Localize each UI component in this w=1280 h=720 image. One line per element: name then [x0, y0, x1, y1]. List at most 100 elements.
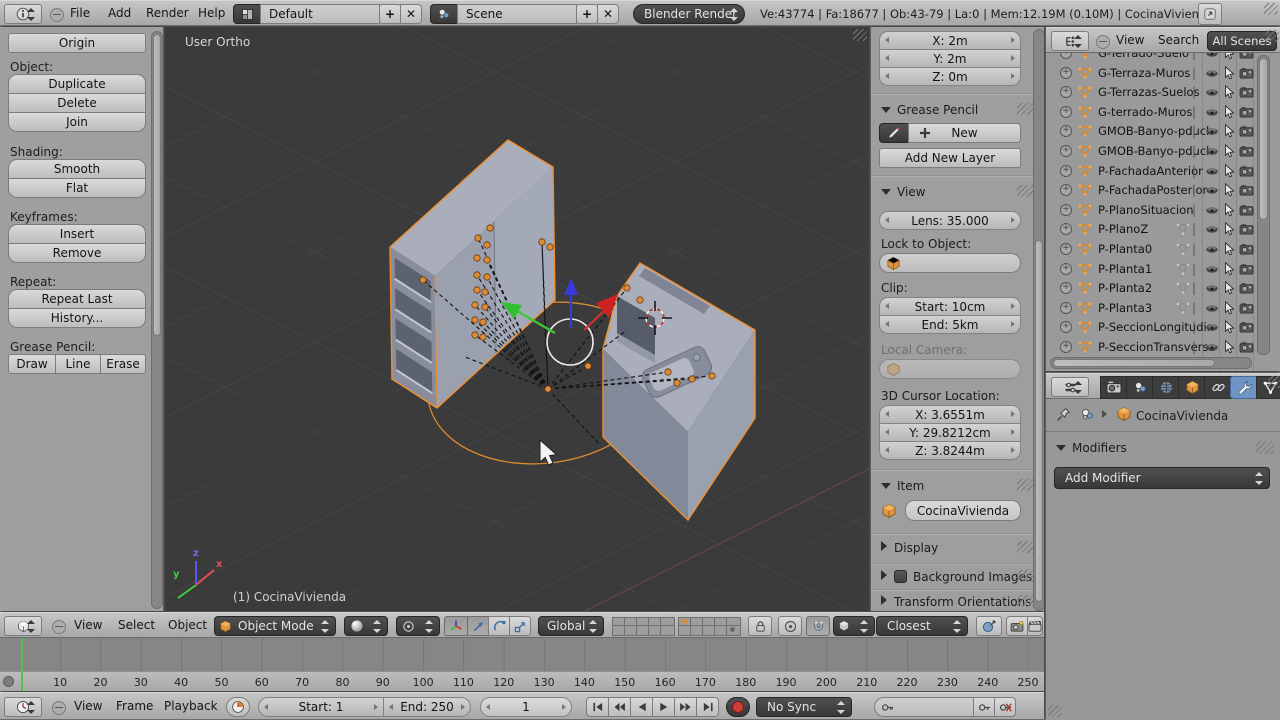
menu-render[interactable]: Render: [146, 1, 189, 25]
snap-toggle-button[interactable]: [806, 616, 830, 636]
flat-button[interactable]: Flat: [8, 178, 146, 198]
collapse-menus-button[interactable]: [52, 701, 66, 715]
scrollbar-thumb[interactable]: [1053, 359, 1215, 367]
expand-icon[interactable]: +: [1060, 243, 1072, 255]
panel-drag-grip[interactable]: [1017, 185, 1033, 197]
expand-icon[interactable]: +: [1060, 86, 1072, 99]
visibility-eye-icon[interactable]: [1205, 265, 1219, 274]
frame-end-slider[interactable]: End: 250: [383, 697, 471, 717]
outliner-row[interactable]: + P-PlanoZ |: [1046, 219, 1280, 239]
prev-keyframe-button[interactable]: [608, 697, 631, 717]
visibility-eye-icon[interactable]: [1205, 167, 1219, 176]
viewport-shading-dropdown[interactable]: [344, 616, 388, 636]
visibility-eye-icon[interactable]: [1205, 69, 1219, 78]
selectability-cursor-icon[interactable]: [1223, 183, 1235, 197]
menu-search[interactable]: Search: [1158, 28, 1199, 53]
checkbox-unchecked[interactable]: [894, 570, 907, 583]
menu-add[interactable]: Add: [108, 1, 131, 25]
outliner-row[interactable]: + P-SeccionLongitudin |: [1046, 317, 1280, 337]
pin-icon[interactable]: [1056, 407, 1071, 422]
renderability-camera-icon[interactable]: [1239, 184, 1254, 196]
view-panel-header[interactable]: View: [881, 185, 925, 199]
collapse-menus-button[interactable]: [50, 8, 64, 22]
visibility-eye-icon[interactable]: [1205, 343, 1219, 352]
dimension-y-slider[interactable]: Y: 2m: [879, 49, 1021, 68]
n-panel-scrollbar[interactable]: [1033, 29, 1044, 611]
gp-new-button[interactable]: New: [908, 123, 1021, 143]
renderability-camera-icon[interactable]: [1239, 302, 1254, 314]
menu-select[interactable]: Select: [118, 613, 155, 637]
expand-icon[interactable]: +: [1060, 105, 1072, 118]
outliner-row[interactable]: + P-SeccionTransversa |: [1046, 337, 1280, 357]
play-button[interactable]: [652, 697, 675, 717]
frame-start-slider[interactable]: Start: 1: [258, 697, 384, 717]
renderability-camera-icon[interactable]: [1239, 341, 1254, 353]
visibility-eye-icon[interactable]: [1205, 245, 1219, 254]
lock-modes-button[interactable]: [748, 616, 772, 636]
jump-to-end-button[interactable]: [696, 697, 719, 717]
tab-object[interactable]: [1178, 376, 1206, 399]
expand-icon[interactable]: +: [1060, 321, 1072, 334]
outliner-row[interactable]: + GMOB-Banyo-pduch |: [1046, 141, 1280, 161]
menu-file[interactable]: File: [70, 1, 90, 25]
visibility-eye-icon[interactable]: [1205, 88, 1219, 97]
lock-object-field[interactable]: [879, 253, 1021, 273]
renderability-camera-icon[interactable]: [1239, 145, 1254, 157]
origin-button[interactable]: Origin: [8, 33, 146, 53]
selectability-cursor-icon[interactable]: [1223, 124, 1235, 138]
scrollbar-thumb[interactable]: [1259, 58, 1268, 220]
join-button[interactable]: Join: [8, 112, 146, 132]
outliner-row[interactable]: + G-Terrazas-Suelos |: [1046, 82, 1280, 102]
selectability-cursor-icon[interactable]: [1223, 261, 1235, 276]
gp-line-button[interactable]: Line: [55, 354, 101, 374]
outliner-row[interactable]: + P-Planta3 |: [1046, 298, 1280, 318]
renderability-camera-icon[interactable]: [1239, 223, 1254, 235]
outliner-row[interactable]: + G-terrado-Muros |: [1046, 102, 1280, 122]
corner-grip[interactable]: [1268, 376, 1280, 388]
renderability-camera-icon[interactable]: [1239, 106, 1254, 118]
panel-drag-grip[interactable]: [1256, 441, 1274, 454]
tab-constraints[interactable]: [1204, 376, 1232, 399]
insert-keyframe-key-button[interactable]: [973, 697, 995, 717]
visibility-eye-icon[interactable]: [1205, 304, 1219, 313]
viewport-3d[interactable]: y z x User Ortho (1) CocinaVivienda: [165, 27, 869, 611]
renderability-camera-icon[interactable]: [1239, 67, 1254, 79]
menu-view[interactable]: View: [74, 613, 102, 637]
scene-icon-button[interactable]: [430, 4, 458, 24]
expand-icon[interactable]: +: [1060, 66, 1072, 79]
manipulator-translate-button[interactable]: [467, 616, 489, 636]
cursor-y-slider[interactable]: Y: 29.8212cm: [879, 423, 1021, 442]
current-frame-field[interactable]: 1: [480, 697, 572, 717]
selectability-cursor-icon[interactable]: [1223, 300, 1235, 315]
add-layout-button[interactable]: +: [379, 4, 401, 24]
outliner-row[interactable]: + P-PlanoSituacion |: [1046, 200, 1280, 220]
menu-view[interactable]: View: [1116, 28, 1144, 53]
breadcrumb-object-name[interactable]: CocinaVivienda: [1136, 409, 1228, 423]
lens-slider[interactable]: Lens: 35.000: [879, 211, 1021, 230]
outliner-row[interactable]: + G-Terraza-Muros |: [1046, 63, 1280, 83]
modifiers-panel-header[interactable]: Modifiers: [1056, 441, 1127, 455]
renderability-camera-icon[interactable]: [1239, 263, 1254, 275]
visibility-eye-icon[interactable]: [1205, 284, 1219, 293]
expand-icon[interactable]: +: [1060, 223, 1072, 236]
preview-range-toggle[interactable]: [226, 697, 250, 717]
gp-erase-button[interactable]: Erase: [100, 354, 146, 374]
renderability-camera-icon[interactable]: [1239, 204, 1254, 216]
expand-icon[interactable]: +: [1060, 341, 1072, 353]
screen-layout-name-field[interactable]: Default: [260, 4, 380, 24]
opengl-render-anim-button[interactable]: [1027, 616, 1043, 636]
cursor-z-slider[interactable]: Z: 3.8244m: [879, 441, 1021, 460]
transform-orientations-panel-header[interactable]: Transform Orientations: [881, 595, 1032, 609]
visibility-eye-icon[interactable]: [1205, 108, 1219, 117]
expand-icon[interactable]: +: [1060, 164, 1072, 177]
gp-draw-mode-button[interactable]: [879, 123, 909, 143]
corner-grip[interactable]: [1264, 3, 1278, 15]
snap-element-dropdown[interactable]: [833, 616, 875, 636]
visibility-eye-icon[interactable]: [1205, 127, 1219, 136]
menu-object[interactable]: Object: [168, 613, 207, 637]
visibility-eye-icon[interactable]: [1205, 323, 1219, 332]
selectability-cursor-icon[interactable]: [1223, 65, 1235, 80]
add-modifier-dropdown[interactable]: Add Modifier: [1054, 467, 1270, 489]
editor-type-button-outliner[interactable]: [1051, 31, 1089, 51]
scene-name-field[interactable]: Scene: [457, 4, 577, 24]
